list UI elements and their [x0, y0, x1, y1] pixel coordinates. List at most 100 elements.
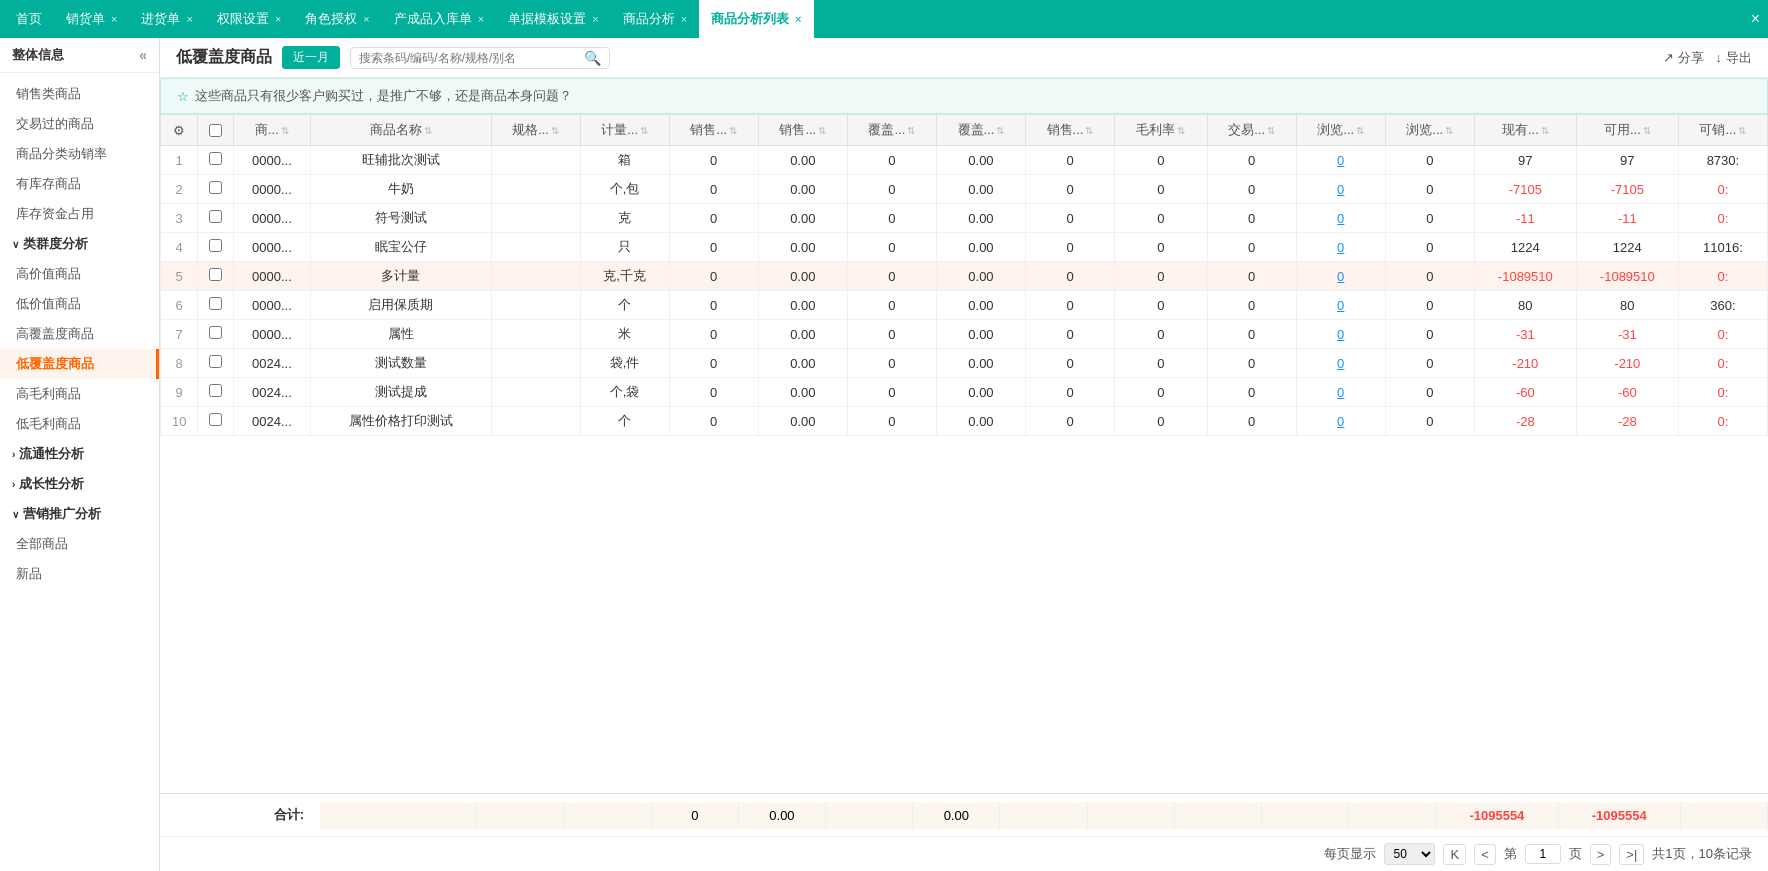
- row-checkbox[interactable]: [198, 146, 233, 175]
- sidebar-group-cluster[interactable]: ∨ 类群度分析: [0, 229, 159, 259]
- nav-close-icon[interactable]: ×: [478, 13, 484, 25]
- nav-close-icon[interactable]: ×: [275, 13, 281, 25]
- th-browse1[interactable]: 浏览...⇅: [1296, 115, 1385, 146]
- th-margin[interactable]: 毛利率⇅: [1115, 115, 1208, 146]
- th-trade[interactable]: 交易...⇅: [1207, 115, 1296, 146]
- nav-sales-order[interactable]: 销货单 ×: [54, 0, 129, 38]
- nav-product-analysis[interactable]: 商品分析 ×: [611, 0, 699, 38]
- sidebar-item-high-coverage[interactable]: 高覆盖度商品: [0, 319, 159, 349]
- sidebar-item-all-goods[interactable]: 全部商品: [0, 529, 159, 559]
- row-checkbox[interactable]: [198, 378, 233, 407]
- sort-icon: ⇅: [1445, 125, 1453, 136]
- total-sales3: [1000, 802, 1087, 829]
- last-page-button[interactable]: >|: [1619, 844, 1644, 865]
- nav-product-analysis-list[interactable]: 商品分析列表 ×: [699, 0, 813, 38]
- export-button[interactable]: ↓ 导出: [1716, 49, 1753, 67]
- row-sales-amt: 0.00: [758, 291, 847, 320]
- row-cover2: 0.00: [936, 204, 1025, 233]
- sidebar-group-growth[interactable]: › 成长性分析: [0, 469, 159, 499]
- th-cover1[interactable]: 覆盖...⇅: [847, 115, 936, 146]
- total-label: 合计:: [160, 800, 320, 830]
- close-all-tabs-button[interactable]: ×: [1751, 10, 1760, 28]
- sidebar-item-stock-funds[interactable]: 库存资金占用: [0, 199, 159, 229]
- sidebar-item-low-margin[interactable]: 低毛利商品: [0, 409, 159, 439]
- row-checkbox[interactable]: [198, 233, 233, 262]
- prev-page-button[interactable]: <: [1474, 844, 1496, 865]
- row-unit: 只: [580, 233, 669, 262]
- search-icon[interactable]: 🔍: [584, 50, 601, 66]
- th-sales-amt[interactable]: 销售...⇅: [758, 115, 847, 146]
- sidebar-item-high-margin[interactable]: 高毛利商品: [0, 379, 159, 409]
- nav-close-icon[interactable]: ×: [795, 13, 801, 25]
- th-current[interactable]: 现有...⇅: [1474, 115, 1576, 146]
- row-margin: 0: [1115, 175, 1208, 204]
- sort-icon: ⇅: [1643, 125, 1651, 136]
- nav-close-icon[interactable]: ×: [186, 13, 192, 25]
- row-browse1: 0: [1296, 204, 1385, 233]
- nav-product-storage[interactable]: 产成品入库单 ×: [382, 0, 496, 38]
- tab-recent-month[interactable]: 近一月: [282, 46, 340, 69]
- th-browse2[interactable]: 浏览...⇅: [1385, 115, 1474, 146]
- select-all-checkbox[interactable]: [209, 124, 222, 137]
- sidebar-item-sales-goods[interactable]: 销售类商品: [0, 79, 159, 109]
- row-checkbox[interactable]: [198, 204, 233, 233]
- nav-close-icon[interactable]: ×: [592, 13, 598, 25]
- th-available[interactable]: 可用...⇅: [1576, 115, 1678, 146]
- nav-home[interactable]: 首页: [4, 0, 54, 38]
- page-number-input[interactable]: [1525, 844, 1561, 864]
- th-saleable[interactable]: 可销...⇅: [1678, 115, 1767, 146]
- row-checkbox[interactable]: [198, 320, 233, 349]
- nav-close-icon[interactable]: ×: [363, 13, 369, 25]
- row-cover1: 0: [847, 320, 936, 349]
- sidebar-item-new-products[interactable]: 新品: [0, 559, 159, 589]
- share-button[interactable]: ↗ 分享: [1663, 49, 1704, 67]
- sidebar-item-in-stock[interactable]: 有库存商品: [0, 169, 159, 199]
- sidebar-title[interactable]: 整体信息 «: [0, 38, 159, 73]
- top-nav: 首页 销货单 × 进货单 × 权限设置 × 角色授权 × 产成品入库单 × 单据…: [0, 0, 1768, 38]
- search-input[interactable]: [359, 51, 580, 65]
- sidebar-item-category-sales-rate[interactable]: 商品分类动销率: [0, 139, 159, 169]
- row-checkbox[interactable]: [198, 262, 233, 291]
- table-footer: 合计: 0 0.00 0.00: [160, 793, 1768, 871]
- nav-close-icon[interactable]: ×: [681, 13, 687, 25]
- th-sales-qty[interactable]: 销售...⇅: [669, 115, 758, 146]
- row-checkbox[interactable]: [198, 175, 233, 204]
- sidebar-item-traded-goods[interactable]: 交易过的商品: [0, 109, 159, 139]
- th-name[interactable]: 商品名称⇅: [311, 115, 491, 146]
- th-code[interactable]: 商...⇅: [233, 115, 311, 146]
- sidebar-item-low-value[interactable]: 低价值商品: [0, 289, 159, 319]
- row-checkbox[interactable]: [198, 291, 233, 320]
- nav-purchase-order[interactable]: 进货单 ×: [129, 0, 204, 38]
- row-number: 3: [161, 204, 198, 233]
- th-spec[interactable]: 规格...⇅: [491, 115, 580, 146]
- page-size-select[interactable]: 50 100 200: [1384, 843, 1435, 865]
- nav-role-auth[interactable]: 角色授权 ×: [293, 0, 381, 38]
- sidebar-item-high-value[interactable]: 高价值商品: [0, 259, 159, 289]
- nav-permission[interactable]: 权限设置 ×: [205, 0, 293, 38]
- row-checkbox[interactable]: [198, 349, 233, 378]
- row-checkbox[interactable]: [198, 407, 233, 436]
- th-unit[interactable]: 计量...⇅: [580, 115, 669, 146]
- next-page-button[interactable]: >: [1590, 844, 1612, 865]
- first-page-button[interactable]: K: [1443, 844, 1466, 865]
- nav-template-settings[interactable]: 单据模板设置 ×: [496, 0, 610, 38]
- row-code: 0024...: [233, 378, 311, 407]
- th-cover2[interactable]: 覆盖...⇅: [936, 115, 1025, 146]
- th-checkbox[interactable]: [198, 115, 233, 146]
- row-spec: [491, 233, 580, 262]
- sidebar-group-marketing[interactable]: ∨ 营销推广分析: [0, 499, 159, 529]
- th-sales3[interactable]: 销售...⇅: [1026, 115, 1115, 146]
- th-settings[interactable]: ⚙: [161, 115, 198, 146]
- row-browse2: 0: [1385, 233, 1474, 262]
- collapse-icon[interactable]: «: [139, 47, 147, 63]
- row-saleable: 8730:: [1678, 146, 1767, 175]
- sidebar-item-low-coverage[interactable]: 低覆盖度商品: [0, 349, 159, 379]
- table-row: 50000...多计量克,千克00.0000.0000000-1089510-1…: [161, 262, 1768, 291]
- row-cover1: 0: [847, 349, 936, 378]
- total-browse2: [1349, 802, 1436, 829]
- sidebar-group-flow[interactable]: › 流通性分析: [0, 439, 159, 469]
- content-header: 低覆盖度商品 近一月 🔍 ↗ 分享 ↓ 导出: [160, 38, 1768, 78]
- nav-close-icon[interactable]: ×: [111, 13, 117, 25]
- row-margin: 0: [1115, 378, 1208, 407]
- row-browse2: 0: [1385, 262, 1474, 291]
